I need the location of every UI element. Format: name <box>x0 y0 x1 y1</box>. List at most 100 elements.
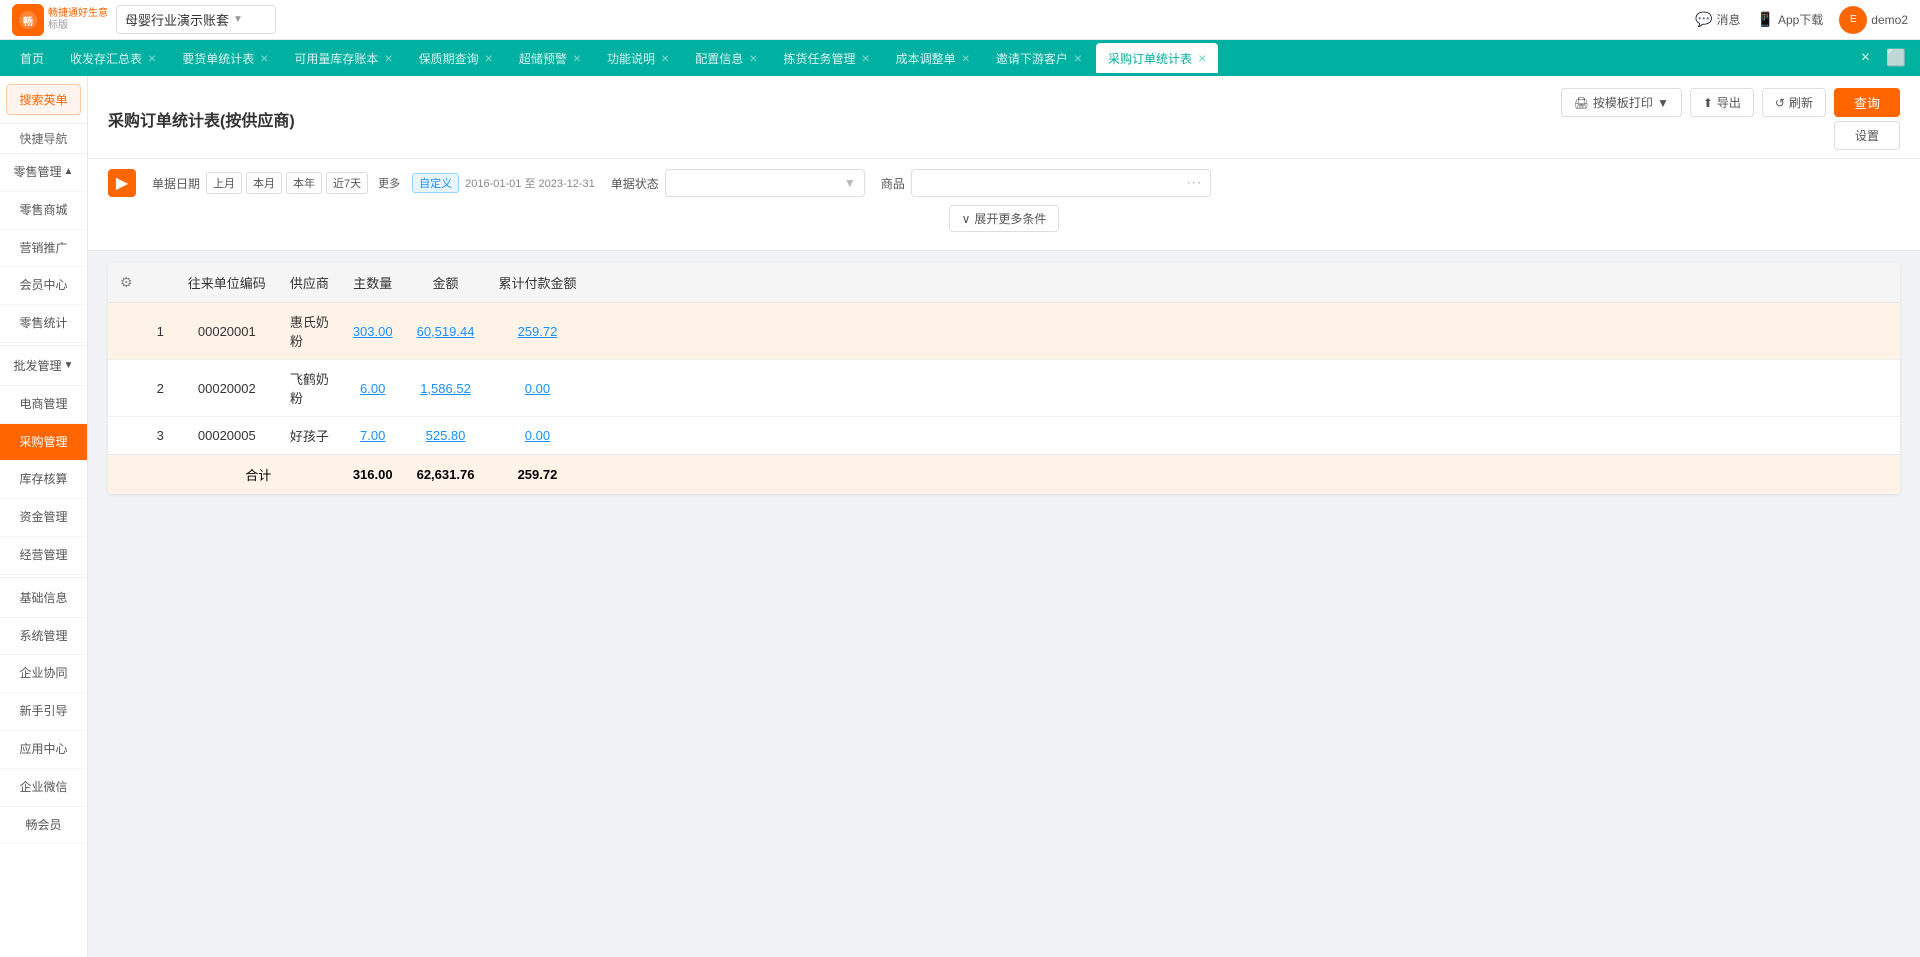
expand-conditions-btn[interactable]: ∨ 展开更多条件 <box>949 205 1060 232</box>
sidebar-item-retail-stats[interactable]: 零售统计 <box>0 305 87 343</box>
tab-close-icon[interactable]: × <box>962 51 970 65</box>
tab-close-icon[interactable]: × <box>1074 51 1082 65</box>
date-custom-tag[interactable]: 自定义 <box>412 173 459 193</box>
ellipsis-icon[interactable]: ··· <box>1186 174 1202 192</box>
table-row: 2 00020002 飞鹤奶粉 6.00 1,586.52 0.00 <box>108 360 1900 417</box>
tab-home[interactable]: 首页 <box>8 50 56 67</box>
sidebar-item-member-center[interactable]: 会员中心 <box>0 267 87 305</box>
logo-version: 标版 <box>48 20 108 32</box>
sidebar-item-basic-info[interactable]: 基础信息 <box>0 580 87 618</box>
print-dropdown-icon: ▼ <box>1657 96 1669 110</box>
filter-toggle-btn[interactable]: ▶ <box>108 169 136 197</box>
sidebar-item-marketing[interactable]: 营销推广 <box>0 230 87 268</box>
sidebar-item-new-guide[interactable]: 新手引导 <box>0 693 87 731</box>
th-paid-amount: 累计付款金额 <box>486 263 588 303</box>
message-btn[interactable]: 💬 消息 <box>1695 11 1740 28</box>
sidebar-item-finance-mgmt[interactable]: 资金管理 <box>0 499 87 537</box>
sidebar-item-inventory-check[interactable]: 库存核算 <box>0 461 87 499</box>
user-profile[interactable]: E demo2 <box>1839 6 1908 34</box>
td-amount[interactable]: 525.80 <box>405 417 487 455</box>
td-paid-amount[interactable]: 259.72 <box>486 303 588 360</box>
tab-invite-downstream[interactable]: 邀请下游客户 × <box>984 43 1094 73</box>
goods-input[interactable]: ··· <box>911 169 1211 197</box>
tab-close-icon[interactable]: × <box>485 51 493 65</box>
td-extra <box>588 303 1900 360</box>
td-extra <box>588 417 1900 455</box>
app-download-btn[interactable]: 📱 App下载 <box>1757 11 1824 28</box>
sidebar-item-system-mgmt[interactable]: 系统管理 <box>0 618 87 656</box>
sidebar-item-enterprise-collab[interactable]: 企业协同 <box>0 655 87 693</box>
sidebar-item-enterprise-wechat[interactable]: 企业微信 <box>0 769 87 807</box>
tab-available-inventory[interactable]: 可用量库存账本 × <box>282 43 404 73</box>
column-settings-icon[interactable]: ⚙ <box>120 274 133 290</box>
date-7days[interactable]: 近7天 <box>326 172 368 194</box>
td-main-quantity[interactable]: 303.00 <box>341 303 405 360</box>
date-this-month[interactable]: 本月 <box>246 172 282 194</box>
tab-overstock-warning[interactable]: 超储预警 × <box>507 43 593 73</box>
td-amount[interactable]: 60,519.44 <box>405 303 487 360</box>
td-extra <box>588 360 1900 417</box>
message-icon: 💬 <box>1695 11 1712 28</box>
td-paid-amount[interactable]: 0.00 <box>486 360 588 417</box>
filter-row: ▶ 单据日期 上月 本月 本年 近7天 更多 自定义 2016-01-01 至 … <box>108 169 1900 197</box>
date-more[interactable]: 更多 <box>372 173 406 193</box>
refresh-btn[interactable]: ↺ 刷新 <box>1762 88 1826 117</box>
sidebar-item-retail-shop[interactable]: 零售商城 <box>0 192 87 230</box>
sidebar-item-operation-mgmt[interactable]: 经营管理 <box>0 537 87 575</box>
td-paid-amount[interactable]: 0.00 <box>486 417 588 455</box>
tab-config-info[interactable]: 配置信息 × <box>683 43 769 73</box>
tab-receive-summary[interactable]: 收发存汇总表 × <box>58 43 168 73</box>
date-last-month[interactable]: 上月 <box>206 172 242 194</box>
tab-close-icon[interactable]: × <box>148 51 156 65</box>
th-index <box>145 263 176 303</box>
td-amount[interactable]: 1,586.52 <box>405 360 487 417</box>
td-main-quantity[interactable]: 6.00 <box>341 360 405 417</box>
sidebar-item-app-center[interactable]: 应用中心 <box>0 731 87 769</box>
footer-label: 合计 <box>176 455 341 495</box>
tab-close-icon[interactable]: × <box>573 51 581 65</box>
goods-filter-group: 商品 ··· <box>881 169 1211 197</box>
sidebar-item-retail-mgmt[interactable]: 零售管理 ▲ <box>0 154 87 192</box>
sidebar-item-member[interactable]: 畅会员 <box>0 807 87 845</box>
sidebar-search-section: 搜索英单 <box>0 76 87 124</box>
tab-close-icon[interactable]: × <box>661 51 669 65</box>
th-supplier-name: 供应商 <box>278 263 341 303</box>
tab-function-desc[interactable]: 功能说明 × <box>595 43 681 73</box>
export-btn[interactable]: ⬆ 导出 <box>1690 88 1754 117</box>
sidebar-item-purchase-mgmt[interactable]: 采购管理 <box>0 424 87 462</box>
tab-close-icon[interactable]: × <box>260 51 268 65</box>
table-header: ⚙ 往来单位编码 供应商 主数量 金额 累计付款金额 <box>108 263 1900 303</box>
td-settings <box>108 360 145 417</box>
th-supplier-code: 往来单位编码 <box>176 263 278 303</box>
tab-close-icon[interactable]: × <box>749 51 757 65</box>
sidebar-item-wholesale-mgmt[interactable]: 批发管理 ▼ <box>0 348 87 386</box>
sidebar-item-ecommerce-mgmt[interactable]: 电商管理 <box>0 386 87 424</box>
tab-order-summary[interactable]: 要货单统计表 × <box>170 43 280 73</box>
expand-icon: ∨ <box>962 212 971 226</box>
tab-pick-task[interactable]: 拣货任务管理 × <box>771 43 881 73</box>
footer-settings <box>108 455 145 495</box>
print-btn[interactable]: 🖨 按模板打印 ▼ <box>1561 88 1682 117</box>
date-this-year[interactable]: 本年 <box>286 172 322 194</box>
close-tab-btn[interactable]: × <box>1855 47 1876 69</box>
status-select[interactable]: ▼ <box>665 169 865 197</box>
expand-tab-btn[interactable]: ⬜ <box>1880 46 1912 70</box>
tab-warranty-query[interactable]: 保质期查询 × <box>407 43 505 73</box>
td-supplier-name: 好孩子 <box>278 417 341 455</box>
tab-close-icon[interactable]: × <box>384 51 392 65</box>
settings-btn[interactable]: 设置 <box>1834 121 1900 150</box>
tab-close-icon[interactable]: × <box>1198 51 1206 65</box>
sidebar-quick-nav[interactable]: 快捷导航 <box>0 124 87 154</box>
search-menu-btn[interactable]: 搜索英单 <box>6 84 81 115</box>
nav-tabs: 首页 收发存汇总表 × 要货单统计表 × 可用量库存账本 × 保质期查询 × 超… <box>0 40 1920 76</box>
tab-close-icon[interactable]: × <box>861 51 869 65</box>
table-footer: 合计 316.00 62,631.76 259.72 <box>108 455 1900 495</box>
store-select[interactable]: 母婴行业演示账套 ▼ <box>116 5 276 34</box>
td-main-quantity[interactable]: 7.00 <box>341 417 405 455</box>
tab-cost-adjust[interactable]: 成本调整单 × <box>884 43 982 73</box>
user-name: demo2 <box>1871 13 1908 27</box>
purchase-stats-table: ⚙ 往来单位编码 供应商 主数量 金额 累计付款金额 1 <box>108 263 1900 494</box>
query-btn[interactable]: 查询 <box>1834 88 1900 117</box>
tab-purchase-stats[interactable]: 采购订单统计表 × <box>1096 43 1218 73</box>
nav-right-actions: × ⬜ <box>1855 46 1912 70</box>
